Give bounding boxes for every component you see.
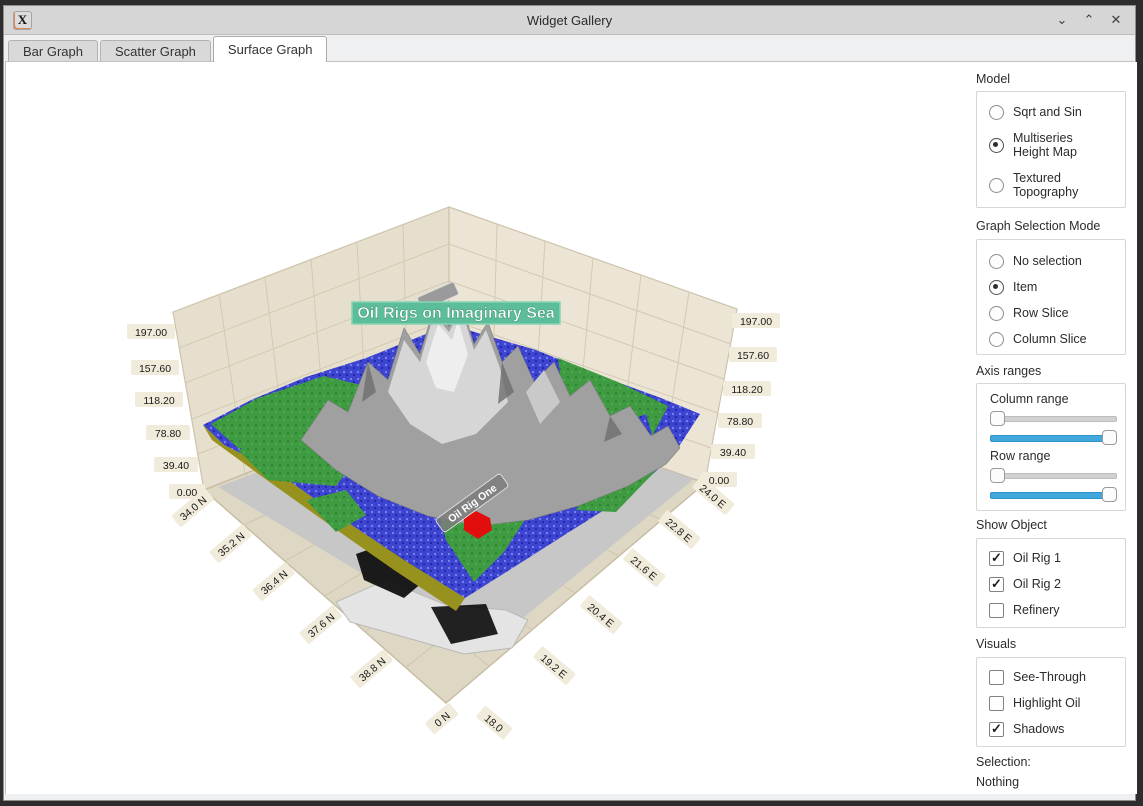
radio-label: Row Slice — [1013, 306, 1069, 320]
checkbox-icon[interactable] — [989, 696, 1004, 711]
app-icon[interactable]: X — [13, 11, 32, 30]
svg-text:39.40: 39.40 — [720, 447, 746, 459]
selection-mode-section-label: Graph Selection Mode — [976, 219, 1126, 234]
radio-label: Sqrt and Sin — [1013, 105, 1082, 119]
radio-button-icon[interactable] — [989, 138, 1004, 153]
radio-button-icon[interactable] — [989, 332, 1004, 347]
svg-text:197.00: 197.00 — [740, 316, 772, 328]
checkbox-refinery[interactable]: Refinery — [977, 597, 1125, 623]
svg-text:157.60: 157.60 — [737, 350, 769, 362]
selection-mode-group: No selection Item Row Slice Column Slice — [976, 239, 1126, 355]
checkbox-icon[interactable] — [989, 551, 1004, 566]
radio-button-icon[interactable] — [989, 254, 1004, 269]
checkbox-label: See-Through — [1013, 670, 1086, 684]
radio-label: Item — [1013, 280, 1037, 294]
radio-label: Column Slice — [1013, 332, 1087, 346]
graph-title: Oil Rigs on Imaginary Sea — [352, 302, 560, 324]
radio-column-slice[interactable]: Column Slice — [977, 326, 1125, 352]
checkbox-shadows[interactable]: Shadows — [977, 716, 1125, 742]
close-icon[interactable]: ✕ — [1109, 11, 1123, 29]
checkbox-see-through[interactable]: See-Through — [977, 664, 1125, 690]
visuals-group: See-Through Highlight Oil Shadows — [976, 657, 1126, 747]
radio-row-slice[interactable]: Row Slice — [977, 300, 1125, 326]
checkbox-label: Oil Rig 2 — [1013, 577, 1061, 591]
slider-handle[interactable] — [1102, 487, 1117, 502]
radio-label: Textured Topography — [1013, 171, 1101, 199]
minimize-icon[interactable]: ⌄ — [1055, 11, 1069, 29]
radio-button-icon[interactable] — [989, 306, 1004, 321]
radio-sqrt-and-sin[interactable]: Sqrt and Sin — [977, 99, 1125, 125]
radio-button-icon[interactable] — [989, 178, 1004, 193]
model-group: Sqrt and Sin Multiseries Height Map Text… — [976, 91, 1126, 208]
radio-button-icon[interactable] — [989, 280, 1004, 295]
show-object-section-label: Show Object — [976, 518, 1126, 533]
radio-label: No selection — [1013, 254, 1082, 268]
radio-label: Multiseries Height Map — [1013, 131, 1101, 159]
axis-ranges-group: Column range Row range — [976, 383, 1126, 511]
tab-surface-graph[interactable]: Surface Graph — [213, 36, 328, 62]
tab-content: Oil Rig One Oil Rigs on Imaginary Sea 19… — [5, 61, 1134, 794]
window-title: Widget Gallery — [4, 13, 1135, 28]
surface-plot[interactable]: Oil Rig One Oil Rigs on Imaginary Sea 19… — [6, 62, 964, 794]
slider-handle[interactable] — [990, 468, 1005, 483]
graph-title-text: Oil Rigs on Imaginary Sea — [357, 305, 554, 322]
checkbox-label: Refinery — [1013, 603, 1060, 617]
checkbox-label: Shadows — [1013, 722, 1064, 736]
row-range-label: Row range — [990, 449, 1050, 463]
svg-text:78.80: 78.80 — [155, 428, 181, 440]
surface-graph-view[interactable]: Oil Rig One Oil Rigs on Imaginary Sea 19… — [6, 62, 964, 794]
checkbox-oil-rig-2[interactable]: Oil Rig 2 — [977, 571, 1125, 597]
model-section-label: Model — [976, 72, 1126, 87]
column-range-max-slider[interactable] — [990, 435, 1117, 442]
radio-multiseries-height-map[interactable]: Multiseries Height Map — [977, 125, 1125, 165]
visuals-section-label: Visuals — [976, 637, 1126, 652]
checkbox-icon[interactable] — [989, 603, 1004, 618]
svg-text:197.00: 197.00 — [135, 327, 167, 339]
tab-scatter-graph[interactable]: Scatter Graph — [100, 40, 211, 62]
slider-handle[interactable] — [1102, 430, 1117, 445]
tab-bar-graph[interactable]: Bar Graph — [8, 40, 98, 62]
svg-text:78.80: 78.80 — [727, 416, 753, 428]
title-bar: X Widget Gallery ⌄ ⌃ ✕ — [4, 6, 1135, 35]
checkbox-icon[interactable] — [989, 722, 1004, 737]
column-range-label: Column range — [990, 392, 1069, 406]
column-range-min-slider[interactable] — [990, 416, 1117, 422]
radio-button-icon[interactable] — [989, 105, 1004, 120]
maximize-icon[interactable]: ⌃ — [1082, 11, 1096, 29]
radio-textured-topography[interactable]: Textured Topography — [977, 165, 1125, 205]
row-range-max-slider[interactable] — [990, 492, 1117, 499]
row-range-min-slider[interactable] — [990, 473, 1117, 479]
controls-sidebar: Model Sqrt and Sin Multiseries Height Ma… — [964, 62, 1137, 794]
checkbox-icon[interactable] — [989, 670, 1004, 685]
svg-text:118.20: 118.20 — [731, 384, 762, 396]
radio-no-selection[interactable]: No selection — [977, 248, 1125, 274]
svg-text:157.60: 157.60 — [139, 363, 171, 375]
svg-text:39.40: 39.40 — [163, 460, 189, 472]
radio-item[interactable]: Item — [977, 274, 1125, 300]
selection-status-value: Nothing — [976, 775, 1019, 790]
checkbox-label: Highlight Oil — [1013, 696, 1080, 710]
slider-handle[interactable] — [990, 411, 1005, 426]
svg-text:118.20: 118.20 — [143, 395, 174, 407]
show-object-group: Oil Rig 1 Oil Rig 2 Refinery — [976, 538, 1126, 628]
checkbox-label: Oil Rig 1 — [1013, 551, 1061, 565]
app-window: X Widget Gallery ⌄ ⌃ ✕ Bar Graph Scatter… — [3, 5, 1136, 801]
checkbox-icon[interactable] — [989, 577, 1004, 592]
checkbox-oil-rig-1[interactable]: Oil Rig 1 — [977, 545, 1125, 571]
selection-status-label: Selection: — [976, 755, 1031, 770]
tab-bar: Bar Graph Scatter Graph Surface Graph — [4, 35, 1135, 62]
axis-ranges-section-label: Axis ranges — [976, 364, 1126, 379]
checkbox-highlight-oil[interactable]: Highlight Oil — [977, 690, 1125, 716]
